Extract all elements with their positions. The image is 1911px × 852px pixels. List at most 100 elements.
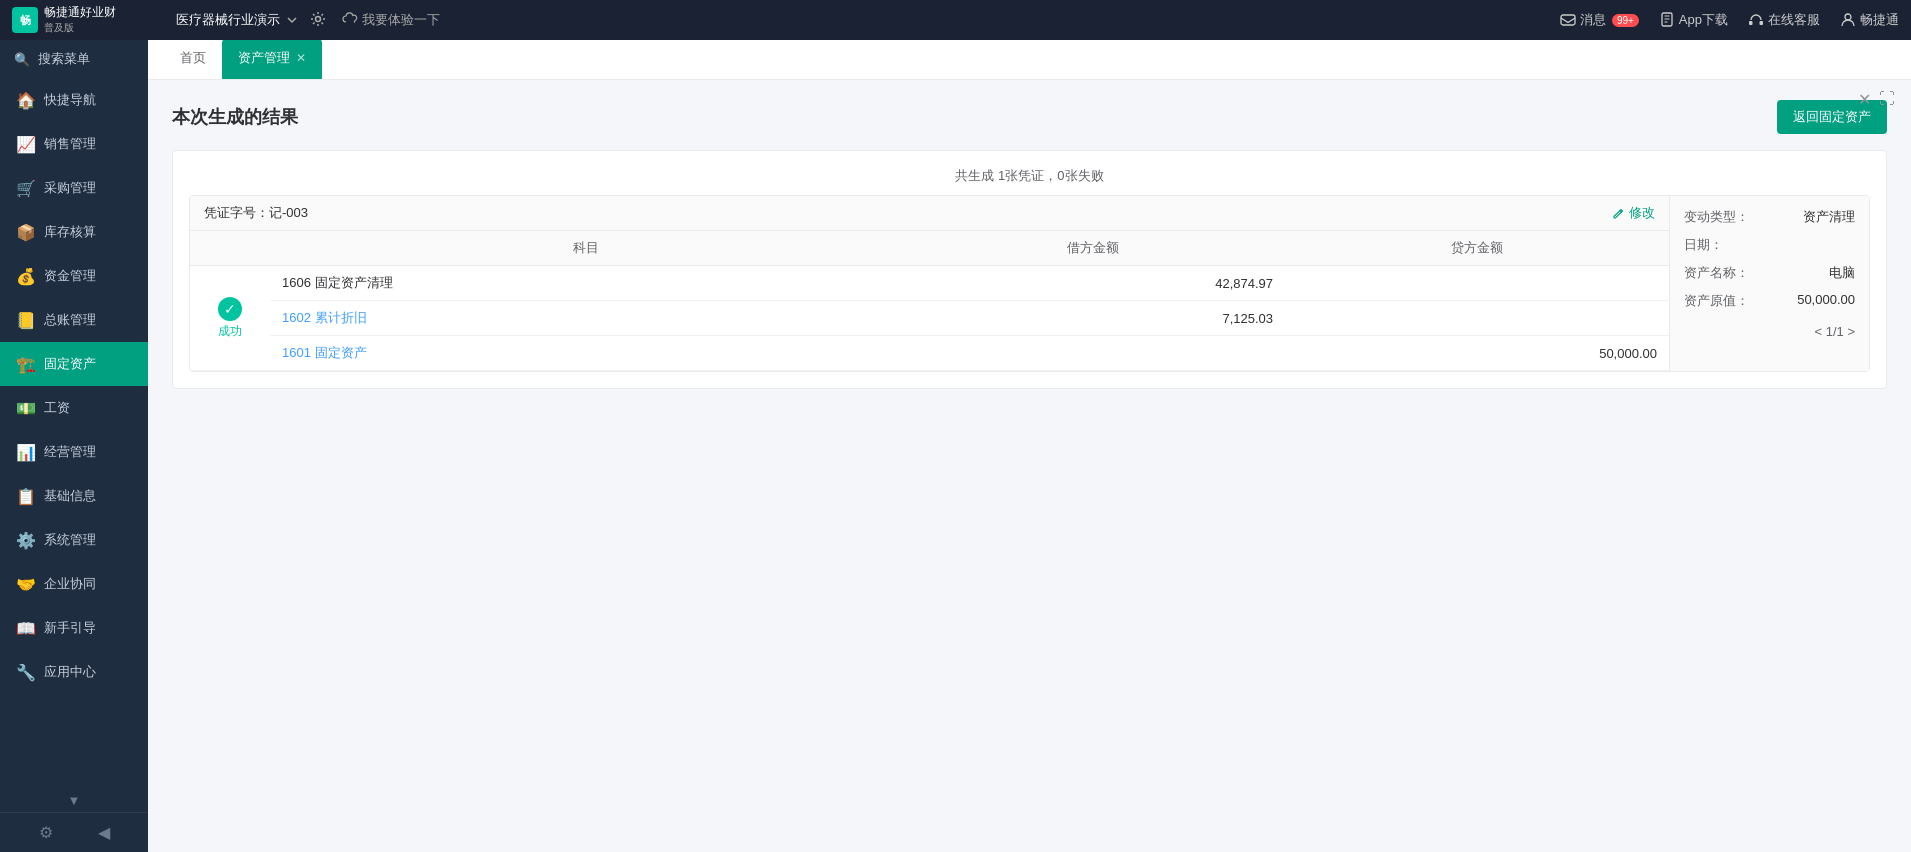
success-badge: ✓ 成功 [218, 297, 242, 340]
sidebar-item-label: 总账管理 [44, 311, 96, 329]
sidebar-item-app-center[interactable]: 🔧 应用中心 [0, 650, 148, 694]
topbar-right: 消息 99 App下载 在线客服 畅捷通 [1560, 11, 1899, 29]
user-profile-button[interactable]: 畅捷通 [1840, 11, 1899, 29]
collapse-icon[interactable]: ◀ [98, 823, 110, 842]
payroll-icon: 💵 [16, 398, 36, 418]
edit-voucher-button[interactable]: 修改 [1612, 204, 1655, 222]
sidebar-item-sales[interactable]: 📈 销售管理 [0, 122, 148, 166]
date-row: 日期： [1684, 236, 1855, 254]
debit-cell [901, 336, 1285, 371]
sidebar-scroll: 🔍 搜索菜单 🏠 快捷导航 📈 销售管理 🛒 采购管理 📦 库存核算 💰 [0, 40, 148, 789]
messages-label: 消息 [1580, 11, 1606, 29]
sidebar-item-funds[interactable]: 💰 资金管理 [0, 254, 148, 298]
app-center-icon: 🔧 [16, 662, 36, 682]
user-icon [1840, 12, 1856, 28]
tab-close-icon[interactable]: ✕ [296, 51, 306, 65]
debit-cell: 42,874.97 [901, 266, 1285, 301]
tabs-bar: 首页 资产管理 ✕ [148, 40, 1911, 80]
sidebar-item-label: 销售管理 [44, 135, 96, 153]
sidebar-scroll-arrow[interactable]: ▼ [0, 789, 148, 812]
subject-cell: 1606 固定资产清理 [270, 266, 901, 301]
main-area: 首页 资产管理 ✕ ✕ ⛶ 本次生成的结果 返回固定资产 共生成 1张凭证，0张… [148, 40, 1911, 852]
sidebar-item-system[interactable]: ⚙️ 系统管理 [0, 518, 148, 562]
sidebar-item-fixed-assets[interactable]: 🏗️ 固定资产 [0, 342, 148, 386]
operations-icon: 📊 [16, 442, 36, 462]
guide-icon: 📖 [16, 618, 36, 638]
app-body: 🔍 搜索菜单 🏠 快捷导航 📈 销售管理 🛒 采购管理 📦 库存核算 💰 [0, 40, 1911, 852]
settings-bottom-icon[interactable]: ⚙ [39, 823, 53, 842]
company-selector[interactable]: 医疗器械行业演示 [176, 11, 298, 29]
sidebar-item-label: 工资 [44, 399, 70, 417]
online-service-label: 在线客服 [1768, 11, 1820, 29]
asset-value-label: 资产原值： [1684, 292, 1749, 310]
sidebar-item-collaboration[interactable]: 🤝 企业协同 [0, 562, 148, 606]
topbar: 畅 畅捷通好业财 普及版 医疗器械行业演示 我要体验一下 消息 99 App下载 [0, 0, 1911, 40]
sidebar-item-label: 库存核算 [44, 223, 96, 241]
message-icon [1560, 12, 1576, 28]
pagination-info: 1/1 [1826, 324, 1848, 339]
tab-asset-mgmt-label: 资产管理 [238, 49, 290, 67]
basics-icon: 📋 [16, 486, 36, 506]
col-debit-header: 借方金额 [901, 231, 1285, 266]
expand-window-icon[interactable]: ⛶ [1879, 90, 1895, 109]
app-download-button[interactable]: App下载 [1659, 11, 1728, 29]
voucher-block: 凭证字号：记-003 修改 科目 [189, 195, 1870, 372]
sidebar-item-ledger[interactable]: 📒 总账管理 [0, 298, 148, 342]
sidebar-item-label: 企业协同 [44, 575, 96, 593]
asset-name-row: 资产名称： 电脑 [1684, 264, 1855, 282]
sidebar-bottom: ⚙ ◀ [0, 812, 148, 852]
messages-badge: 99 [1612, 14, 1639, 27]
asset-name-value: 电脑 [1829, 264, 1855, 282]
col-credit-header: 贷方金额 [1285, 231, 1669, 266]
col-status-header [190, 231, 270, 266]
home-icon: 🏠 [16, 90, 36, 110]
sidebar-item-basics[interactable]: 📋 基础信息 [0, 474, 148, 518]
table-row: 1601 固定资产 50,000.00 [190, 336, 1669, 371]
sidebar-item-quick-nav[interactable]: 🏠 快捷导航 [0, 78, 148, 122]
status-cell: ✓ 成功 [190, 266, 270, 371]
chevron-down-icon [286, 14, 298, 26]
sidebar-item-label: 新手引导 [44, 619, 96, 637]
app-logo: 畅 畅捷通好业财 普及版 [12, 5, 160, 35]
asset-value-value: 50,000.00 [1797, 292, 1855, 310]
change-type-value: 资产清理 [1803, 208, 1855, 226]
sidebar-item-label: 经营管理 [44, 443, 96, 461]
sidebar-item-guide[interactable]: 📖 新手引导 [0, 606, 148, 650]
close-window-icon[interactable]: ✕ [1858, 90, 1871, 109]
col-subject-header: 科目 [270, 231, 901, 266]
sidebar-search-bar[interactable]: 🔍 搜索菜单 [0, 40, 148, 78]
pagination-prev[interactable]: < [1815, 324, 1823, 339]
page-title-row: 本次生成的结果 返回固定资产 [172, 100, 1887, 134]
tab-home[interactable]: 首页 [164, 40, 222, 79]
sidebar-item-inventory[interactable]: 📦 库存核算 [0, 210, 148, 254]
voucher-header-row: 凭证字号：记-003 修改 [190, 196, 1669, 231]
app-name: 畅捷通好业财 [44, 5, 116, 21]
sidebar-item-payroll[interactable]: 💵 工资 [0, 386, 148, 430]
funds-icon: 💰 [16, 266, 36, 286]
online-service-button[interactable]: 在线客服 [1748, 11, 1820, 29]
pagination-next[interactable]: > [1847, 324, 1855, 339]
cloud-icon [342, 12, 358, 28]
messages-button[interactable]: 消息 99 [1560, 11, 1639, 29]
sidebar-item-purchase[interactable]: 🛒 采购管理 [0, 166, 148, 210]
search-icon: 🔍 [14, 52, 30, 67]
success-check-icon: ✓ [218, 297, 242, 321]
experience-label: 我要体验一下 [362, 11, 440, 29]
subject-cell: 1601 固定资产 [270, 336, 901, 371]
sidebar-item-operations[interactable]: 📊 经营管理 [0, 430, 148, 474]
credit-cell: 50,000.00 [1285, 336, 1669, 371]
collaboration-icon: 🤝 [16, 574, 36, 594]
edit-icon [1612, 207, 1625, 220]
voucher-id: 凭证字号：记-003 [204, 204, 308, 222]
company-name: 医疗器械行业演示 [176, 11, 280, 29]
change-type-row: 变动类型： 资产清理 [1684, 208, 1855, 226]
asset-value-row: 资产原值： 50,000.00 [1684, 292, 1855, 310]
download-icon [1659, 12, 1675, 28]
tab-asset-mgmt[interactable]: 资产管理 ✕ [222, 40, 322, 79]
window-controls: ✕ ⛶ [1858, 90, 1895, 109]
experience-button[interactable]: 我要体验一下 [342, 11, 440, 29]
sidebar: 🔍 搜索菜单 🏠 快捷导航 📈 销售管理 🛒 采购管理 📦 库存核算 💰 [0, 40, 148, 852]
success-label: 成功 [218, 323, 242, 340]
sidebar-search-label: 搜索菜单 [38, 50, 90, 68]
settings-icon[interactable] [310, 11, 326, 30]
